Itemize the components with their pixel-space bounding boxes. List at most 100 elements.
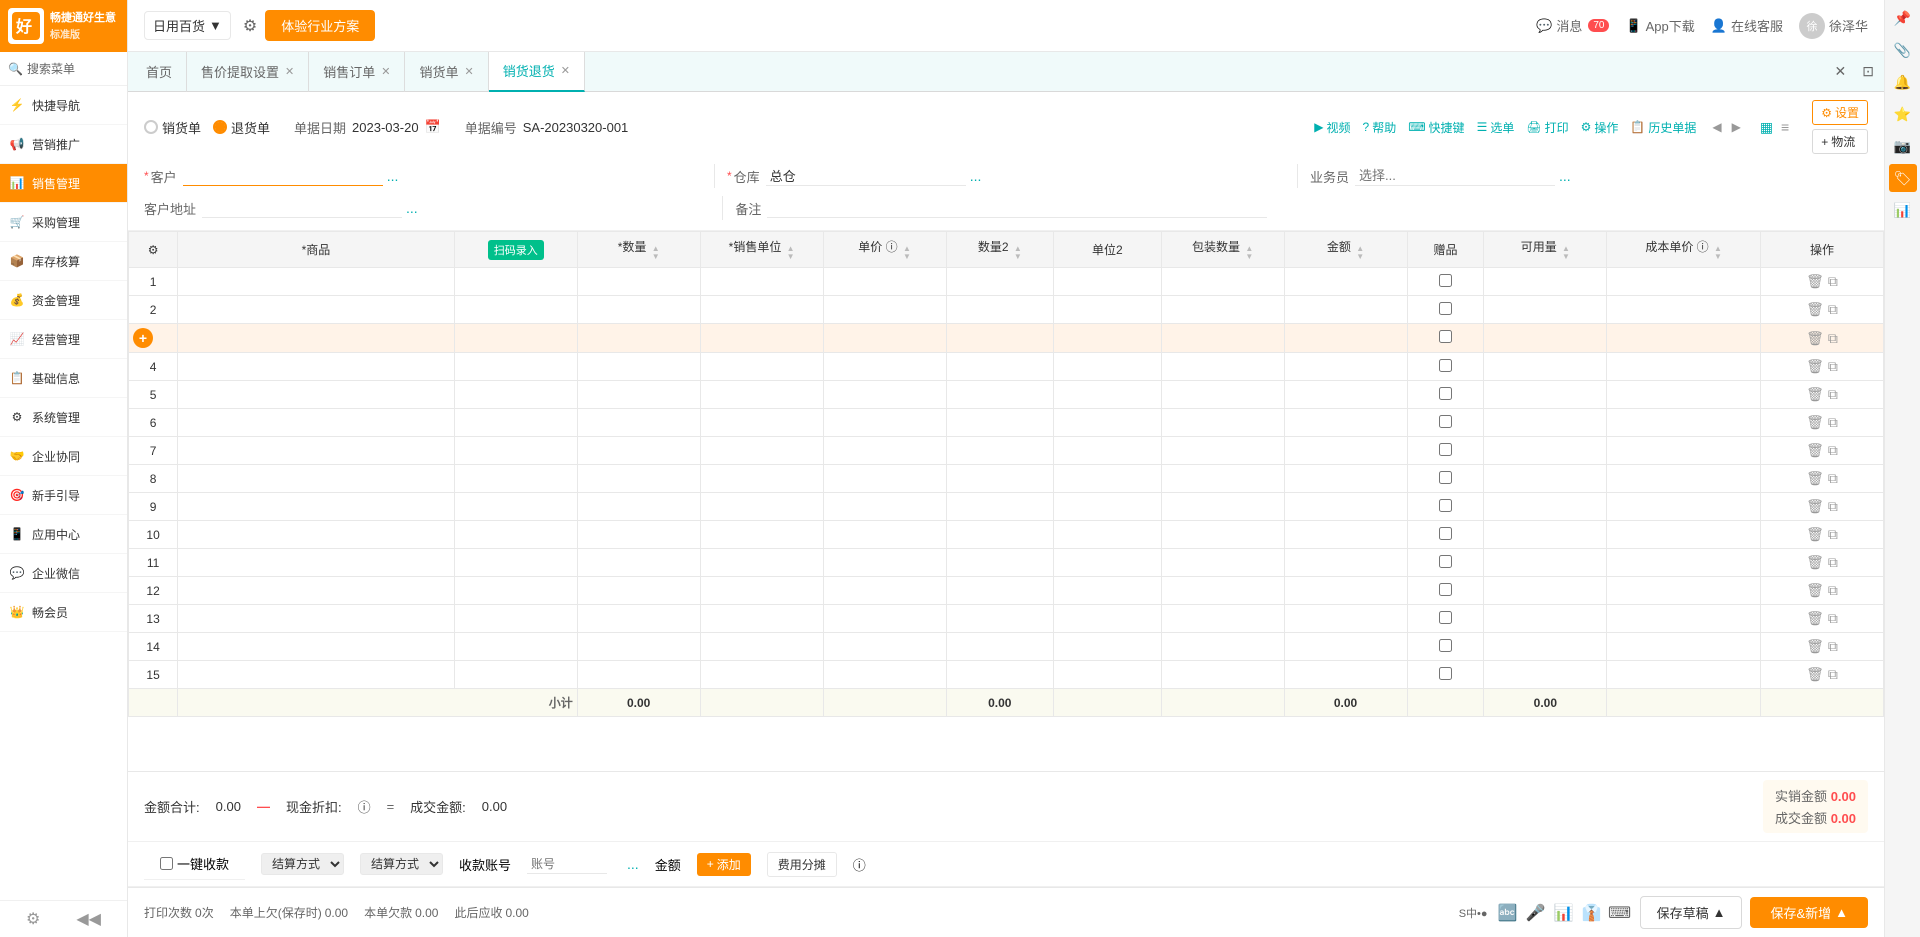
tab-sales-delivery-close[interactable]: ✕ (465, 65, 474, 78)
setting-btn[interactable]: ⚙ 设置 (1812, 100, 1868, 125)
row-2-unit-price[interactable] (823, 296, 946, 324)
row-3-product[interactable] (178, 324, 455, 353)
delete-icon-2[interactable]: 🗑 (1806, 301, 1824, 318)
copy-icon-8[interactable]: ⧉ (1828, 470, 1838, 487)
gift-checkbox-6[interactable] (1439, 415, 1452, 428)
copy-icon-6[interactable]: ⧉ (1828, 414, 1838, 431)
row-5-product[interactable] (178, 381, 455, 409)
gift-checkbox-1[interactable] (1439, 274, 1452, 287)
row-2-unit2[interactable] (1054, 296, 1162, 324)
gift-checkbox-9[interactable] (1439, 499, 1452, 512)
copy-icon-12[interactable]: ⧉ (1828, 582, 1838, 599)
one-click-collect-checkbox[interactable]: 一键收款 (144, 848, 245, 880)
tab-close-all-btn[interactable]: ✕ (1829, 61, 1853, 82)
remark-input[interactable] (767, 198, 1267, 218)
right-sidebar-icon-5[interactable]: 📷 (1889, 132, 1917, 160)
print-link[interactable]: 🖨 打印 (1526, 119, 1568, 136)
tab-price-setting[interactable]: 售价提取设置 ✕ (187, 52, 309, 92)
account-input[interactable] (527, 855, 607, 874)
gift-checkbox-7[interactable] (1439, 443, 1452, 456)
trial-btn[interactable]: 体验行业方案 (265, 10, 375, 41)
delete-icon-15[interactable]: 🗑 (1806, 666, 1824, 683)
gift-checkbox-14[interactable] (1439, 639, 1452, 652)
row-2-package-qty[interactable] (1161, 296, 1284, 324)
copy-icon-11[interactable]: ⧉ (1828, 554, 1838, 571)
row-2-cost-price[interactable] (1607, 296, 1761, 324)
page-next-btn[interactable]: ▶ (1728, 118, 1745, 136)
gift-checkbox-8[interactable] (1439, 471, 1452, 484)
shortcut-link[interactable]: ⌨ 快捷键 (1408, 119, 1464, 136)
copy-icon-15[interactable]: ⧉ (1828, 666, 1838, 683)
copy-icon-1[interactable]: ⧉ (1828, 273, 1838, 290)
sidebar-item-finance[interactable]: 💰 资金管理 (0, 281, 127, 320)
sidebar-item-purchase[interactable]: 🛒 采购管理 (0, 203, 127, 242)
toolbar-icon-4[interactable]: 👔 (1580, 901, 1604, 925)
one-click-collect-input[interactable] (160, 857, 173, 870)
notification-btn[interactable]: 💬 消息 70 (1536, 16, 1609, 35)
app-download-btn[interactable]: 📱 App下载 (1625, 16, 1694, 35)
sidebar-item-sales[interactable]: 📊 销售管理 (0, 164, 127, 203)
row-3-gift[interactable] (1407, 324, 1484, 353)
copy-icon-10[interactable]: ⧉ (1828, 526, 1838, 543)
gift-checkbox-2[interactable] (1439, 302, 1452, 315)
address-input[interactable] (202, 198, 402, 218)
discount-info-icon[interactable]: ⓘ (358, 797, 371, 816)
save-new-btn[interactable]: 保存&新增 ▲ (1750, 897, 1868, 928)
row-2-quantity[interactable] (577, 296, 700, 324)
gift-checkbox-13[interactable] (1439, 611, 1452, 624)
delete-icon-4[interactable]: 🗑 (1806, 358, 1824, 375)
address-select-btn[interactable]: ... (406, 200, 418, 216)
row-1-sales-unit[interactable] (700, 268, 823, 296)
delete-icon-10[interactable]: 🗑 (1806, 526, 1824, 543)
row-1-unit2[interactable] (1054, 268, 1162, 296)
delete-icon-6[interactable]: 🗑 (1806, 414, 1824, 431)
copy-icon-3[interactable]: ⧉ (1828, 330, 1838, 347)
row-3-qty2[interactable] (946, 324, 1054, 353)
sidebar-item-enterprise[interactable]: 🤝 企业协同 (0, 437, 127, 476)
sidebar-item-vip[interactable]: 👑 畅会员 (0, 593, 127, 632)
copy-icon-2[interactable]: ⧉ (1828, 301, 1838, 318)
delete-icon-1[interactable]: 🗑 (1806, 273, 1824, 290)
right-sidebar-icon-1[interactable]: 📌 (1889, 4, 1917, 32)
delete-icon-9[interactable]: 🗑 (1806, 498, 1824, 515)
sidebar-item-new-guide[interactable]: 🎯 新手引导 (0, 476, 127, 515)
row-4-product[interactable] (178, 353, 455, 381)
delete-icon-3[interactable]: 🗑 (1806, 330, 1824, 347)
row-3-amount[interactable] (1284, 324, 1407, 353)
sidebar-item-enterprise-wechat[interactable]: 💬 企业微信 (0, 554, 127, 593)
sidebar-collapse-btn[interactable]: ◀◀ (76, 909, 101, 929)
row-1-product[interactable] (178, 268, 455, 296)
toolbar-icon-1[interactable]: 🔤 (1496, 901, 1520, 925)
copy-icon-4[interactable]: ⧉ (1828, 358, 1838, 375)
toolbar-icon-5[interactable]: ⌨ (1608, 901, 1632, 925)
tab-sales-order-close[interactable]: ✕ (381, 65, 390, 78)
row-4-unit-price[interactable] (823, 353, 946, 381)
split-info-icon[interactable]: ⓘ (853, 855, 866, 874)
help-link[interactable]: ? 帮助 (1363, 119, 1397, 136)
salesperson-select-btn[interactable]: ... (1559, 168, 1571, 184)
right-sidebar-icon-7[interactable]: 📊 (1889, 196, 1917, 224)
toolbar-icon-3[interactable]: 📊 (1552, 901, 1576, 925)
copy-icon-7[interactable]: ⧉ (1828, 442, 1838, 459)
sidebar-item-search[interactable]: 🔍 搜索菜单 (0, 52, 127, 86)
row-2-product[interactable] (178, 296, 455, 324)
tab-price-setting-close[interactable]: ✕ (285, 65, 294, 78)
copy-icon-13[interactable]: ⧉ (1828, 610, 1838, 627)
gift-checkbox-11[interactable] (1439, 555, 1452, 568)
row-3-quantity[interactable] (577, 324, 700, 353)
row-1-quantity[interactable] (577, 268, 700, 296)
calc-method-select[interactable]: 结算方式 (360, 853, 443, 875)
save-draft-btn[interactable]: 保存草稿 ▲ (1640, 896, 1743, 929)
right-sidebar-icon-6[interactable]: 🏷 (1889, 164, 1917, 192)
customer-select-btn[interactable]: ... (387, 168, 399, 184)
gift-checkbox-12[interactable] (1439, 583, 1452, 596)
logistics-btn[interactable]: + 物流 (1812, 129, 1868, 154)
row-1-available[interactable] (1484, 268, 1607, 296)
add-row-btn[interactable]: + (133, 328, 153, 348)
view-list-btn[interactable]: ≡ (1778, 117, 1792, 137)
row-4-quantity[interactable] (577, 353, 700, 381)
tab-sales-return-close[interactable]: ✕ (561, 64, 570, 77)
bill-date-value[interactable]: 2023-03-20 (352, 120, 419, 135)
col-settings[interactable]: ⚙ (129, 232, 178, 268)
delete-icon-7[interactable]: 🗑 (1806, 442, 1824, 459)
